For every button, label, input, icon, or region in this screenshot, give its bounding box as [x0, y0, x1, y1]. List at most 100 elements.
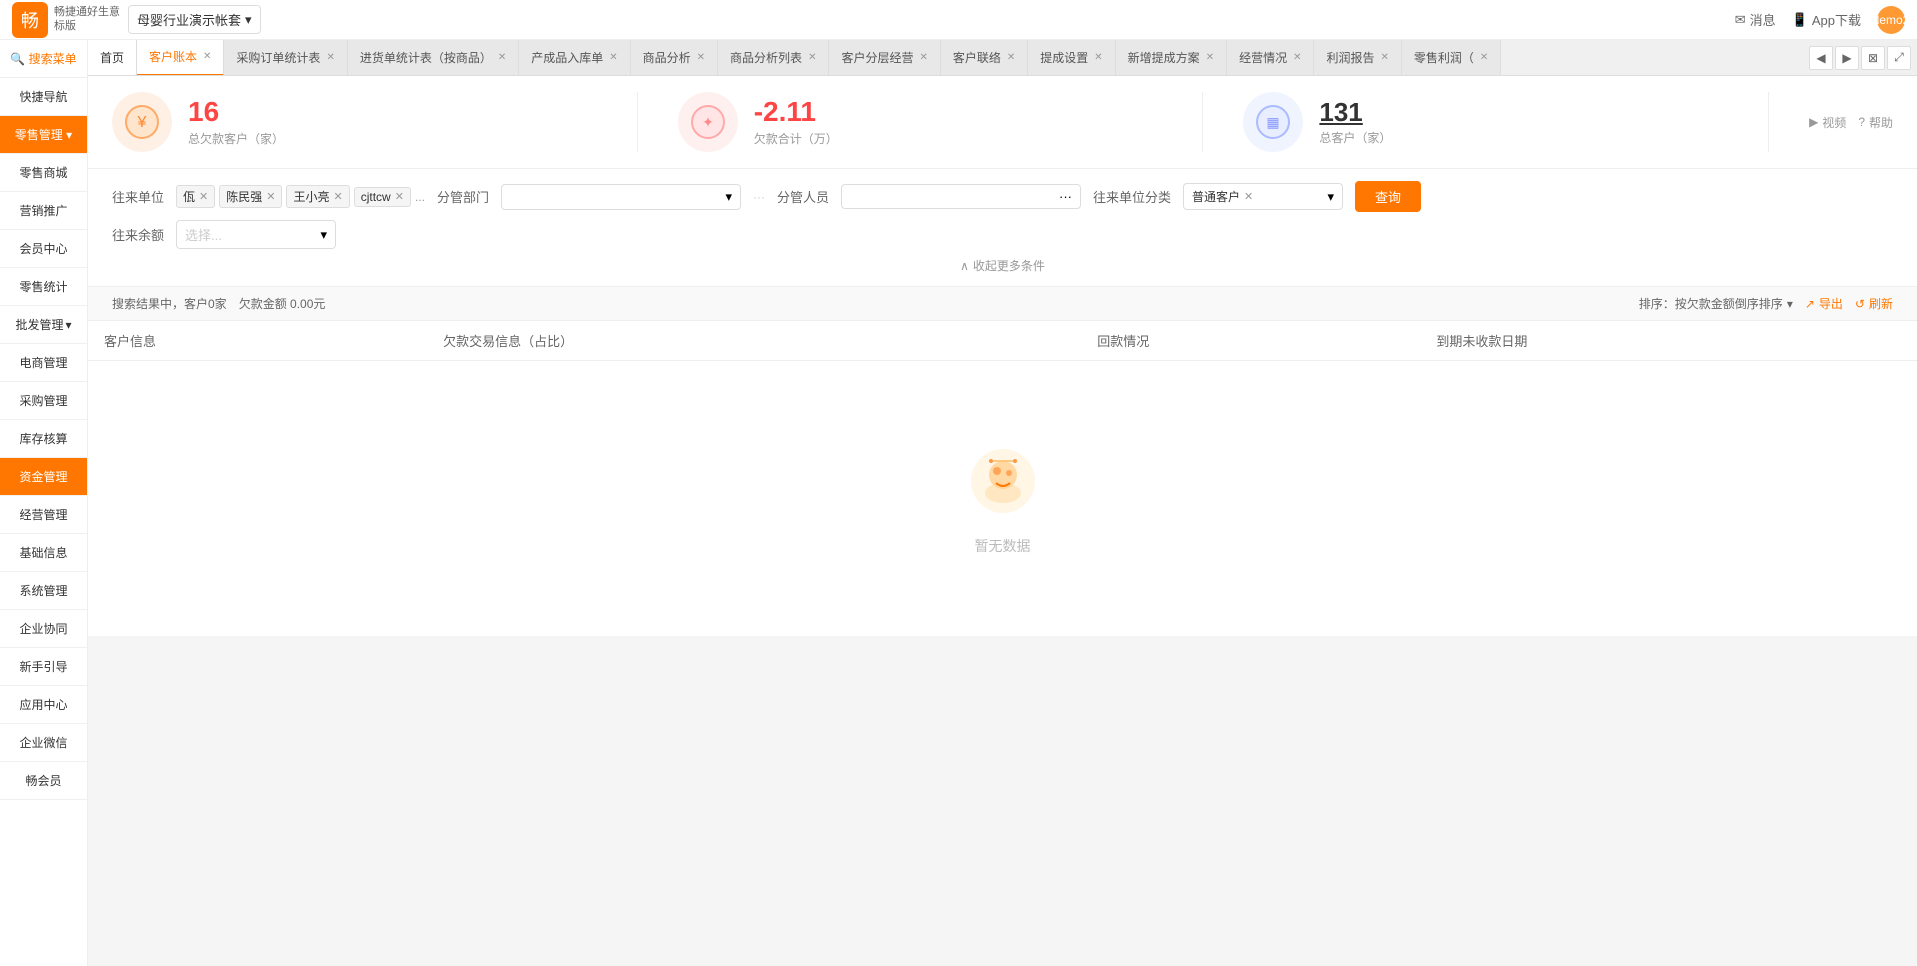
logo-area: 畅 畅捷通好生意标版 [12, 2, 120, 38]
tab-retail-profit[interactable]: 零售利润（ ✕ [1402, 40, 1501, 76]
tab-product-stock-close[interactable]: ✕ [609, 52, 617, 63]
table-header-row: 客户信息 欠款交易信息（占比） 回款情况 到期未收款日期 [88, 321, 1917, 361]
member-center-label: 会员中心 [19, 242, 67, 256]
unit-class-select[interactable]: 普通客户 ✕ ▾ [1183, 183, 1343, 210]
tab-stock-stats[interactable]: 进货单统计表（按商品） ✕ [348, 40, 519, 76]
sidebar-item-member-center[interactable]: 会员中心 [0, 230, 87, 268]
result-bar: 搜索结果中，客户0家 欠款金额 0.00元 排序：按欠款金额倒序排序 ▾ ↗ 导… [88, 287, 1917, 321]
sidebar-search[interactable]: 🔍 搜索菜单 [0, 40, 87, 78]
sidebar-item-retail-mgmt[interactable]: 零售管理 ▾ [0, 116, 87, 154]
sidebar-item-purchase[interactable]: 采购管理 [0, 382, 87, 420]
basic-info-label: 基础信息 [19, 546, 67, 560]
sidebar-item-retail-stats[interactable]: 零售统计 [0, 268, 87, 306]
tab-product-stock[interactable]: 产成品入库单 ✕ [519, 40, 630, 76]
company-select[interactable]: 母婴行业演示帐套 ▾ [128, 5, 261, 34]
tab-fullscreen-button[interactable]: ⤢ [1887, 46, 1911, 70]
collapse-button[interactable]: ∧ 收起更多条件 [112, 257, 1893, 274]
tab-customer-contact-close[interactable]: ✕ [1007, 52, 1015, 63]
refresh-button[interactable]: ↺ 刷新 [1855, 295, 1893, 312]
tab-purchase-order[interactable]: 采购订单统计表 ✕ [224, 40, 347, 76]
remove-tag-cjttcw[interactable]: ✕ [395, 190, 404, 203]
sidebar-item-pro-member[interactable]: 畅会员 [0, 762, 87, 800]
dept-filter-label: 分管部门 [437, 187, 489, 206]
avatar[interactable]: demo2 [1877, 6, 1905, 34]
app-download-label: App下载 [1812, 10, 1861, 29]
col-debt-info: 欠款交易信息（占比） [427, 321, 1081, 361]
sidebar-item-enterprise-wechat[interactable]: 企业微信 [0, 724, 87, 762]
sidebar-item-wholesale[interactable]: 批发管理 ▾ [0, 306, 87, 344]
tab-purchase-order-close[interactable]: ✕ [326, 52, 334, 63]
tab-new-promotion-close[interactable]: ✕ [1206, 52, 1214, 63]
remove-unit-class[interactable]: ✕ [1244, 190, 1253, 203]
tab-promotion-settings-close[interactable]: ✕ [1094, 52, 1102, 63]
tab-customer-segment[interactable]: 客户分层经营 ✕ [829, 40, 940, 76]
empty-text: 暂无数据 [975, 536, 1031, 556]
dept-select-more[interactable]: ··· [753, 190, 765, 204]
filter-area: 往来单位 佤 ✕ 陈民强 ✕ [88, 169, 1917, 287]
balance-value: 选择... [185, 225, 222, 244]
unit-class-filter-label: 往来单位分类 [1093, 187, 1171, 206]
tab-retail-profit-close[interactable]: ✕ [1480, 52, 1488, 63]
remove-tag-wangxl[interactable]: ✕ [334, 190, 343, 203]
help-action[interactable]: ? 帮助 [1858, 114, 1893, 131]
remove-tag-wa[interactable]: ✕ [199, 190, 208, 203]
stat-info-3: 131 总客户（家） [1319, 99, 1391, 146]
message-action[interactable]: ✉ 消息 [1735, 10, 1776, 29]
sidebar-item-retail-mall[interactable]: 零售商城 [0, 154, 87, 192]
sidebar-item-enterprise-collab[interactable]: 企业协同 [0, 610, 87, 648]
unit-class-tag: 普通客户 ✕ [1192, 188, 1253, 205]
stat-icon-1: ¥ [112, 92, 172, 152]
sidebar-item-capital[interactable]: 资金管理 [0, 458, 87, 496]
tab-promotion-settings[interactable]: 提成设置 ✕ [1028, 40, 1115, 76]
video-action[interactable]: ▶ 视频 [1809, 114, 1846, 131]
tab-business-status-close[interactable]: ✕ [1293, 52, 1301, 63]
tab-product-analysis[interactable]: 商品分析 ✕ [631, 40, 718, 76]
app-download-action[interactable]: 📱 App下载 [1792, 10, 1861, 29]
query-button[interactable]: 查询 [1355, 181, 1421, 212]
balance-select[interactable]: 选择... ▾ [176, 220, 336, 249]
tab-customer-segment-close[interactable]: ✕ [919, 52, 927, 63]
dept-select[interactable]: ▾ [501, 184, 741, 210]
content-area: 首页 客户账本 ✕ 采购订单统计表 ✕ 进货单统计表（按商品） ✕ 产成品入库单… [88, 40, 1917, 966]
tab-next-button[interactable]: ▶ [1835, 46, 1859, 70]
search-icon: 🔍 [10, 52, 25, 66]
remove-tag-chenmq[interactable]: ✕ [266, 190, 275, 203]
filter-more[interactable]: ... [415, 190, 425, 204]
tab-prev-button[interactable]: ◀ [1809, 46, 1833, 70]
sidebar-item-inventory[interactable]: 库存核算 [0, 420, 87, 458]
stat-block-1: ¥ 16 总欠款客户（家） [112, 92, 638, 152]
sidebar-item-basic-info[interactable]: 基础信息 [0, 534, 87, 572]
tab-product-analysis-list[interactable]: 商品分析列表 ✕ [718, 40, 829, 76]
manager-select[interactable]: ··· [841, 184, 1081, 209]
tab-product-analysis-list-close[interactable]: ✕ [808, 52, 816, 63]
svg-text:✦: ✦ [702, 114, 714, 130]
tab-customer-contact[interactable]: 客户联络 ✕ [941, 40, 1028, 76]
sort-select[interactable]: 排序：按欠款金额倒序排序 ▾ [1639, 295, 1793, 312]
export-button[interactable]: ↗ 导出 [1805, 295, 1843, 312]
video-label: 视频 [1822, 114, 1846, 131]
sidebar-search-label: 搜索菜单 [29, 52, 77, 66]
tab-customer-account-close[interactable]: ✕ [203, 51, 211, 62]
search-result-text: 搜索结果中，客户0家 [112, 295, 227, 312]
sidebar-item-marketing[interactable]: 营销推广 [0, 192, 87, 230]
sidebar-item-quick-nav[interactable]: 快捷导航 [0, 78, 87, 116]
sidebar-item-new-guide[interactable]: 新手引导 [0, 648, 87, 686]
sidebar-item-app-center[interactable]: 应用中心 [0, 686, 87, 724]
tab-new-promotion[interactable]: 新增提成方案 ✕ [1116, 40, 1227, 76]
capital-label: 资金管理 [19, 470, 67, 484]
tab-product-analysis-close[interactable]: ✕ [697, 52, 705, 63]
new-guide-label: 新手引导 [19, 660, 67, 674]
sidebar-item-system[interactable]: 系统管理 [0, 572, 87, 610]
tab-customer-account[interactable]: 客户账本 ✕ [137, 40, 224, 76]
sidebar-item-ecommerce[interactable]: 电商管理 [0, 344, 87, 382]
sidebar-item-operations[interactable]: 经营管理 [0, 496, 87, 534]
tab-profit-report-close[interactable]: ✕ [1381, 52, 1389, 63]
tab-stock-stats-close[interactable]: ✕ [498, 52, 506, 63]
export-label: 导出 [1819, 295, 1843, 312]
tab-home[interactable]: 首页 [88, 40, 137, 76]
tab-business-status[interactable]: 经营情况 ✕ [1227, 40, 1314, 76]
filter-tag-wangxl: 王小亮 ✕ [286, 185, 349, 208]
tab-expand-button[interactable]: ⊠ [1861, 46, 1885, 70]
tab-profit-report[interactable]: 利润报告 ✕ [1314, 40, 1401, 76]
wholesale-arrow: ▾ [65, 318, 71, 332]
